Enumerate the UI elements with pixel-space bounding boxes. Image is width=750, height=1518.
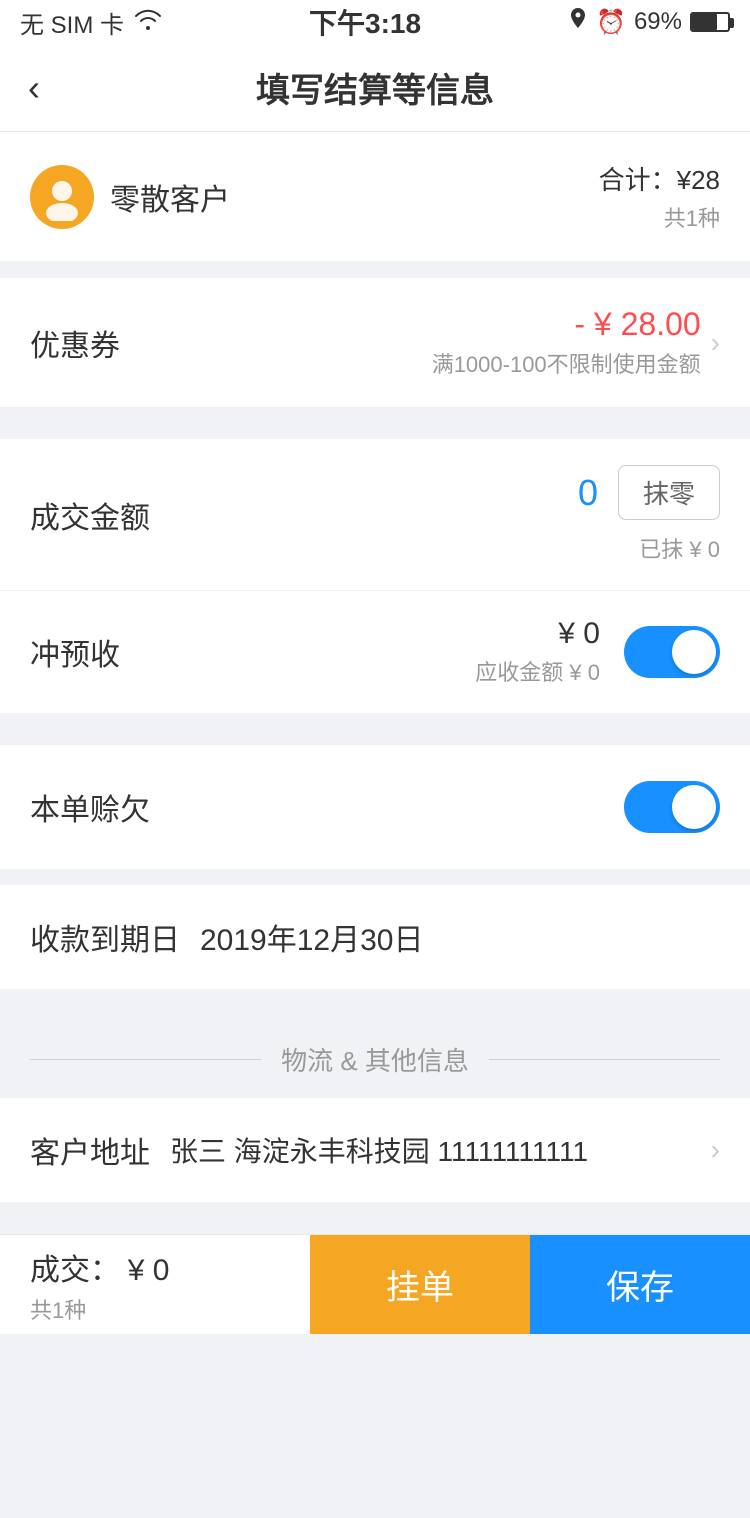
status-left: 无 SIM 卡 bbox=[20, 5, 162, 40]
deal-amount-row: 成交金额 0 抹零 已抹 ¥ 0 bbox=[0, 439, 750, 590]
bottom-deal-value: ¥ 0 bbox=[128, 1254, 170, 1287]
address-value: 张三 海淀永丰科技园 11111111111 bbox=[170, 1130, 691, 1170]
status-bar: 无 SIM 卡 下午3:18 ⏰ 69% bbox=[0, 0, 750, 44]
prepay-right: ¥ 0 应收金额 ¥ 0 bbox=[475, 617, 720, 687]
due-date-label: 收款到期日 bbox=[30, 915, 180, 959]
address-row[interactable]: 客户地址 张三 海淀永丰科技园 11111111111 › bbox=[0, 1098, 750, 1202]
deal-amount-value: 0 bbox=[578, 472, 598, 514]
debt-toggle-knob bbox=[672, 785, 716, 829]
due-date-row: 收款到期日 2019年12月30日 bbox=[0, 885, 750, 989]
toggle-knob bbox=[672, 630, 716, 674]
coupon-right: - ¥ 28.00 满1000-100不限制使用金额 › bbox=[432, 306, 720, 379]
prepay-toggle[interactable] bbox=[624, 626, 720, 678]
coupon-row[interactable]: 优惠券 - ¥ 28.00 满1000-100不限制使用金额 › bbox=[0, 277, 750, 407]
debt-toggle[interactable] bbox=[624, 781, 720, 833]
bottom-info: 成交： ¥ 0 共1种 bbox=[0, 1235, 310, 1334]
address-label: 客户地址 bbox=[30, 1128, 150, 1172]
prepay-row: 冲预收 ¥ 0 应收金额 ¥ 0 bbox=[0, 590, 750, 713]
debt-label: 本单赊欠 bbox=[30, 785, 150, 829]
battery-icon bbox=[690, 12, 730, 32]
prepay-sub: 应收金额 ¥ 0 bbox=[475, 655, 600, 687]
nav-bar: ‹ 填写结算等信息 bbox=[0, 44, 750, 132]
customer-avatar bbox=[30, 165, 94, 229]
logistics-header: 物流 & 其他信息 bbox=[0, 1021, 750, 1098]
status-time: 下午3:18 bbox=[309, 2, 421, 42]
save-button[interactable]: 保存 bbox=[530, 1235, 750, 1334]
coupon-info: - ¥ 28.00 满1000-100不限制使用金额 bbox=[432, 306, 701, 379]
divider-1 bbox=[0, 423, 750, 439]
hold-button[interactable]: 挂单 bbox=[310, 1235, 530, 1334]
logistics-line-left bbox=[30, 1059, 261, 1060]
back-button[interactable]: ‹ bbox=[28, 67, 40, 109]
location-icon bbox=[568, 8, 588, 37]
round-off-button[interactable]: 抹零 bbox=[618, 465, 720, 520]
customer-row: 零散客户 合计：¥28 共1种 bbox=[0, 132, 750, 261]
bottom-bar: 成交： ¥ 0 共1种 挂单 保存 bbox=[0, 1234, 750, 1334]
customer-total: 合计：¥28 共1种 bbox=[599, 160, 720, 233]
page-title: 填写结算等信息 bbox=[256, 63, 494, 112]
coupon-desc: 满1000-100不限制使用金额 bbox=[432, 347, 701, 379]
coupon-label: 优惠券 bbox=[30, 321, 120, 365]
address-chevron-icon: › bbox=[711, 1134, 720, 1166]
logistics-line-right bbox=[489, 1059, 720, 1060]
coupon-section: 优惠券 - ¥ 28.00 满1000-100不限制使用金额 › bbox=[0, 277, 750, 407]
coupon-discount: - ¥ 28.00 bbox=[432, 306, 701, 343]
customer-info: 零散客户 bbox=[30, 165, 230, 229]
battery-percent: 69% bbox=[634, 8, 682, 36]
debt-row: 本单赊欠 bbox=[0, 745, 750, 869]
customer-name: 零散客户 bbox=[110, 175, 230, 219]
prepay-info: ¥ 0 应收金额 ¥ 0 bbox=[475, 617, 600, 687]
deal-amount-sub: 已抹 ¥ 0 bbox=[639, 532, 720, 564]
bottom-item-count: 共1种 bbox=[30, 1293, 280, 1325]
prepay-amount: ¥ 0 bbox=[475, 617, 600, 651]
item-count: 共1种 bbox=[599, 201, 720, 233]
deal-amount-right: 0 抹零 bbox=[578, 465, 720, 520]
total-amount: 合计：¥28 bbox=[599, 160, 720, 197]
prepay-label: 冲预收 bbox=[30, 630, 120, 674]
amount-section: 成交金额 0 抹零 已抹 ¥ 0 冲预收 ¥ 0 应收金额 ¥ 0 bbox=[0, 439, 750, 713]
logistics-text: 物流 & 其他信息 bbox=[261, 1041, 489, 1078]
bottom-deal-label: 成交： bbox=[30, 1254, 120, 1287]
divider-2 bbox=[0, 729, 750, 745]
status-right: ⏰ 69% bbox=[568, 8, 730, 37]
wifi-icon bbox=[134, 8, 162, 37]
bottom-deal-amount: 成交： ¥ 0 bbox=[30, 1245, 280, 1289]
coupon-chevron-icon: › bbox=[711, 327, 720, 359]
alarm-icon: ⏰ bbox=[596, 8, 626, 37]
deal-amount-label: 成交金额 bbox=[30, 493, 150, 537]
no-sim-text: 无 SIM 卡 bbox=[20, 5, 124, 40]
divider-3 bbox=[0, 1005, 750, 1021]
due-date-value: 2019年12月30日 bbox=[200, 915, 423, 959]
